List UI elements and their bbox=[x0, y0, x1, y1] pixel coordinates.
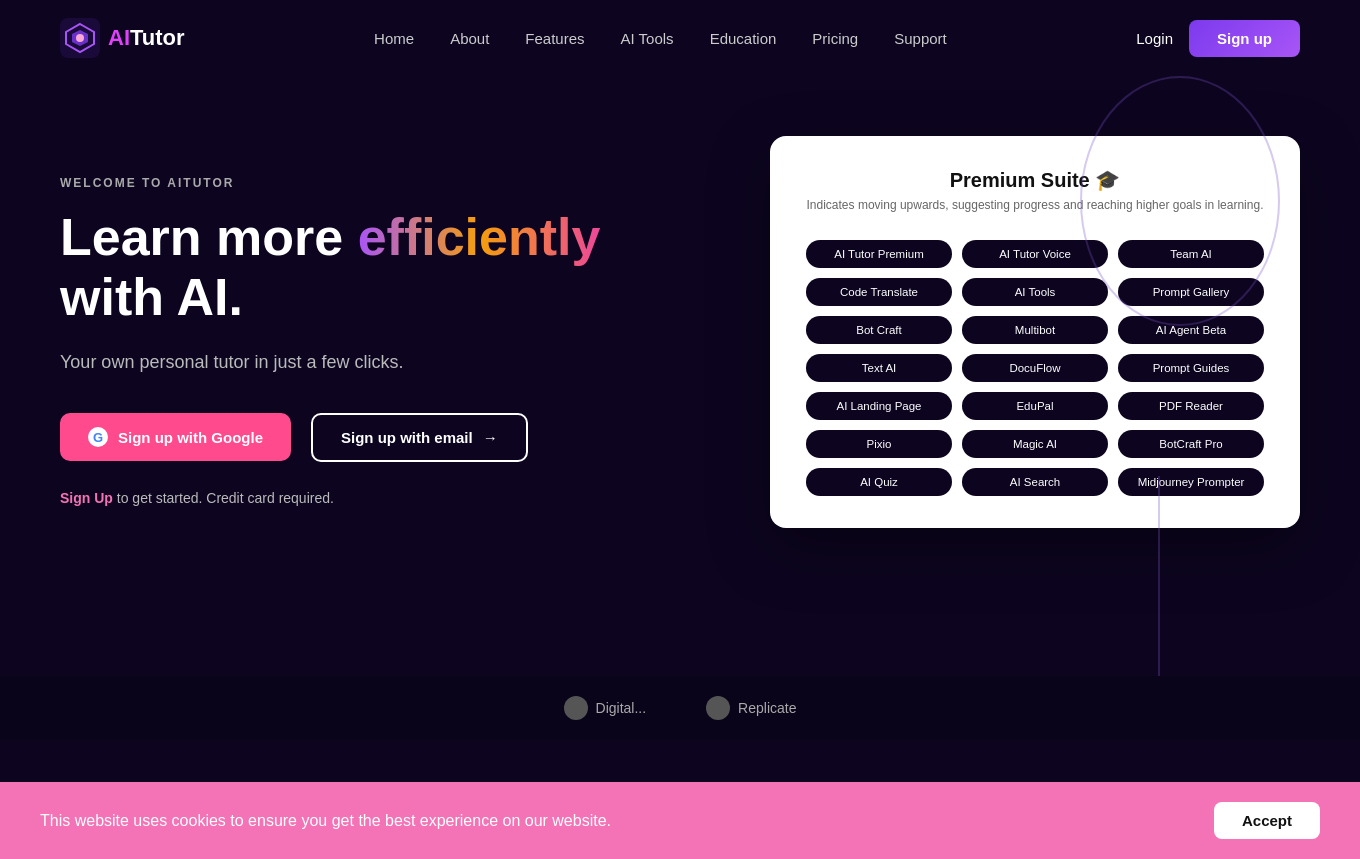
card-chip: AI Quiz bbox=[806, 468, 952, 496]
nav-about[interactable]: About bbox=[450, 30, 489, 47]
navbar: AITutor Home About Features AI Tools Edu… bbox=[0, 0, 1360, 76]
hero-section: WELCOME TO AITUTOR Learn more efficientl… bbox=[0, 76, 1360, 676]
nav-features[interactable]: Features bbox=[525, 30, 584, 47]
hero-right: Premium Suite 🎓 Indicates moving upwards… bbox=[620, 136, 1300, 528]
footer-logo-icon-2 bbox=[706, 696, 730, 720]
nav-pricing[interactable]: Pricing bbox=[812, 30, 858, 47]
hero-buttons: G Sign up with Google Sign up with email… bbox=[60, 413, 620, 462]
footer-brand-2: Replicate bbox=[706, 696, 796, 720]
cookie-banner: This website uses cookies to ensure you … bbox=[0, 782, 1360, 859]
signup-nav-button[interactable]: Sign up bbox=[1189, 20, 1300, 57]
card-title: Premium Suite 🎓 bbox=[806, 168, 1264, 192]
cookie-text: This website uses cookies to ensure you … bbox=[40, 812, 611, 830]
card-chip: Midjourney Prompter bbox=[1118, 468, 1264, 496]
card-chip: Prompt Guides bbox=[1118, 354, 1264, 382]
footer-strip: Digital... Replicate bbox=[0, 676, 1360, 740]
card-chip: AI Agent Beta bbox=[1118, 316, 1264, 344]
btn-google-label: Sign up with Google bbox=[118, 429, 263, 446]
hero-title-start: Learn more bbox=[60, 208, 358, 266]
hero-left: WELCOME TO AITUTOR Learn more efficientl… bbox=[60, 136, 620, 506]
nav-education[interactable]: Education bbox=[710, 30, 777, 47]
logo[interactable]: AITutor bbox=[60, 18, 185, 58]
hero-title: Learn more efficiently with AI. bbox=[60, 208, 620, 328]
card-chip: Team AI bbox=[1118, 240, 1264, 268]
card-chip: PDF Reader bbox=[1118, 392, 1264, 420]
card-chip: Pixio bbox=[806, 430, 952, 458]
card-chip: BotCraft Pro bbox=[1118, 430, 1264, 458]
arrow-right-icon: → bbox=[483, 429, 498, 446]
nav-support[interactable]: Support bbox=[894, 30, 947, 47]
card-chip: DocuFlow bbox=[962, 354, 1108, 382]
google-icon: G bbox=[88, 427, 108, 447]
card-chip: Text AI bbox=[806, 354, 952, 382]
signup-email-button[interactable]: Sign up with email → bbox=[311, 413, 528, 462]
signup-link[interactable]: Sign Up bbox=[60, 490, 113, 506]
card-chip: Magic AI bbox=[962, 430, 1108, 458]
logo-icon bbox=[60, 18, 100, 58]
hero-subtitle: Your own personal tutor in just a few cl… bbox=[60, 352, 620, 373]
footer-brand-label-2: Replicate bbox=[738, 700, 796, 716]
footer-brand-1: Digital... bbox=[564, 696, 647, 720]
card-chip-grid: AI Tutor Premium AI Tutor Voice Team AI Cod… bbox=[806, 240, 1264, 496]
card-chip: Code Translate bbox=[806, 278, 952, 306]
nav-ai-tools[interactable]: AI Tools bbox=[621, 30, 674, 47]
hero-title-highlight: efficiently bbox=[358, 208, 601, 266]
premium-card: Premium Suite 🎓 Indicates moving upwards… bbox=[770, 136, 1300, 528]
login-button[interactable]: Login bbox=[1136, 30, 1173, 47]
nav-home[interactable]: Home bbox=[374, 30, 414, 47]
hero-title-end: with AI. bbox=[60, 268, 243, 326]
card-chip: Bot Craft bbox=[806, 316, 952, 344]
logo-text: AITutor bbox=[108, 25, 185, 51]
footer-logo-icon-1 bbox=[564, 696, 588, 720]
bg-line-decoration bbox=[1158, 476, 1160, 676]
nav-links: Home About Features AI Tools Education P… bbox=[374, 30, 947, 47]
card-subtitle: Indicates moving upwards, suggesting pro… bbox=[806, 198, 1264, 212]
svg-point-3 bbox=[76, 34, 84, 42]
card-chip: Prompt Gallery bbox=[1118, 278, 1264, 306]
nav-actions: Login Sign up bbox=[1136, 20, 1300, 57]
card-chip: AI Tutor Premium bbox=[806, 240, 952, 268]
card-chip: AI Tools bbox=[962, 278, 1108, 306]
card-chip: EduPal bbox=[962, 392, 1108, 420]
signup-google-button[interactable]: G Sign up with Google bbox=[60, 413, 291, 461]
btn-email-label: Sign up with email bbox=[341, 429, 473, 446]
footer-brand-label-1: Digital... bbox=[596, 700, 647, 716]
hero-note-suffix: to get started. Credit card required. bbox=[113, 490, 334, 506]
cookie-accept-button[interactable]: Accept bbox=[1214, 802, 1320, 839]
card-chip: AI Search bbox=[962, 468, 1108, 496]
card-chip: AI Landing Page bbox=[806, 392, 952, 420]
card-chip: AI Tutor Voice bbox=[962, 240, 1108, 268]
hero-note: Sign Up to get started. Credit card requ… bbox=[60, 490, 620, 506]
hero-eyebrow: WELCOME TO AITUTOR bbox=[60, 176, 620, 190]
card-chip: Multibot bbox=[962, 316, 1108, 344]
